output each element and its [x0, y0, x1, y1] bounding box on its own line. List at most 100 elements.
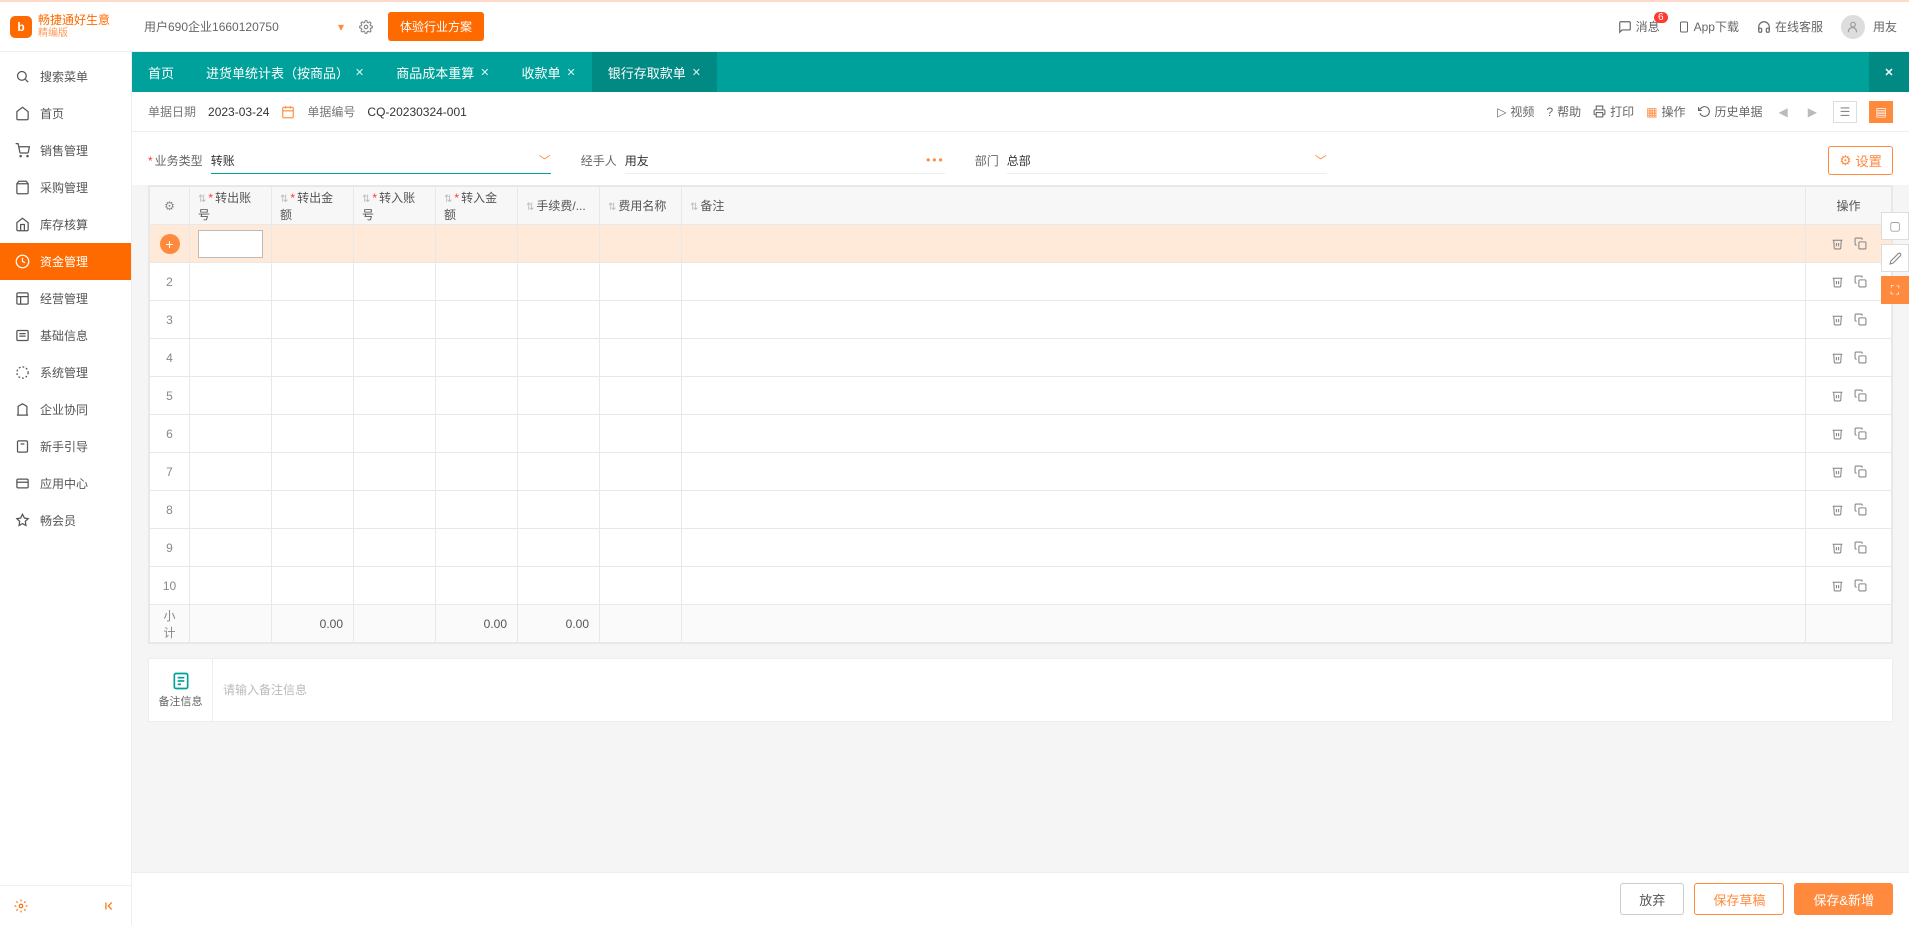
close-icon[interactable]: ✕ [355, 66, 364, 79]
delete-row-button[interactable] [1831, 237, 1844, 250]
col-in-amt[interactable]: ⇅*转入金额 [436, 187, 518, 225]
gear-column-header[interactable]: ⚙ [150, 187, 190, 225]
settings-icon[interactable] [14, 899, 28, 913]
delete-row-button[interactable] [1831, 541, 1844, 554]
row-index: 10 [150, 567, 190, 605]
line-table: ⚙ ⇅*转出账号 ⇅*转出金额 ⇅*转入账号 ⇅*转入金额 ⇅手续费/... ⇅… [148, 185, 1893, 644]
float-tool-edit[interactable] [1881, 244, 1909, 272]
close-icon[interactable]: ✕ [480, 66, 489, 79]
dept-select[interactable]: 总部 ﹀ [1007, 148, 1327, 174]
tab[interactable]: 首页 [132, 52, 190, 92]
save-new-button[interactable]: 保存&新增 [1794, 883, 1893, 915]
next-doc-button[interactable]: ▶ [1804, 105, 1821, 119]
close-all-tabs-button[interactable] [1869, 52, 1909, 92]
save-draft-button[interactable]: 保存草稿 [1694, 883, 1784, 915]
tab[interactable]: 商品成本重算✕ [380, 52, 505, 92]
sidebar-item[interactable]: 基础信息 [0, 317, 131, 354]
message-icon [1618, 20, 1632, 34]
remark-input[interactable] [223, 683, 1882, 697]
settings-button[interactable]: ⚙ 设置 [1828, 146, 1893, 175]
video-button[interactable]: ▷ 视频 [1497, 103, 1534, 120]
sidebar-item[interactable]: 采购管理 [0, 169, 131, 206]
headset-icon [1757, 20, 1771, 34]
copy-row-button[interactable] [1854, 579, 1867, 592]
copy-row-button[interactable] [1854, 237, 1867, 250]
tab[interactable]: 银行存取款单✕ [592, 52, 717, 92]
delete-row-button[interactable] [1831, 313, 1844, 326]
copy-row-button[interactable] [1854, 351, 1867, 364]
sidebar-item-label: 经营管理 [40, 290, 88, 307]
delete-row-button[interactable] [1831, 465, 1844, 478]
copy-row-button[interactable] [1854, 313, 1867, 326]
online-service-button[interactable]: 在线客服 [1757, 18, 1823, 35]
sort-icon: ⇅ [608, 202, 616, 213]
operate-button[interactable]: ▦ 操作 [1646, 103, 1685, 120]
float-tool-expand[interactable]: ⛶ [1881, 276, 1909, 304]
col-out-acct[interactable]: ⇅*转出账号 [190, 187, 272, 225]
print-button[interactable]: 打印 [1593, 103, 1634, 120]
view-card-button[interactable]: ▤ [1869, 101, 1893, 123]
sidebar-item-label: 库存核算 [40, 216, 88, 233]
delete-row-button[interactable] [1831, 427, 1844, 440]
date-value[interactable]: 2023-03-24 [208, 105, 269, 119]
float-tool-1[interactable]: ▢ [1881, 212, 1909, 240]
biztype-value: 转账 [211, 152, 235, 169]
sidebar-item[interactable]: 搜索菜单 [0, 58, 131, 95]
copy-row-button[interactable] [1854, 465, 1867, 478]
delete-row-button[interactable] [1831, 579, 1844, 592]
sidebar-item[interactable]: 经营管理 [0, 280, 131, 317]
calendar-icon[interactable] [281, 105, 295, 119]
col-out-amt[interactable]: ⇅*转出金额 [272, 187, 354, 225]
sidebar-item[interactable]: 新手引导 [0, 428, 131, 465]
sidebar-icon [14, 328, 30, 344]
help-button[interactable]: ? 帮助 [1546, 103, 1581, 120]
sidebar-item[interactable]: 畅会员 [0, 502, 131, 539]
row-index: 3 [150, 301, 190, 339]
copy-row-button[interactable] [1854, 541, 1867, 554]
handler-select[interactable]: 用友 ••• [625, 148, 945, 174]
delete-row-button[interactable] [1831, 275, 1844, 288]
sidebar-item-label: 销售管理 [40, 142, 88, 159]
tab[interactable]: 进货单统计表（按商品）✕ [190, 52, 380, 92]
close-icon[interactable]: ✕ [567, 66, 576, 79]
prev-doc-button[interactable]: ◀ [1775, 105, 1792, 119]
col-fee-name[interactable]: ⇅费用名称 [600, 187, 682, 225]
sidebar-item[interactable]: 系统管理 [0, 354, 131, 391]
copy-row-button[interactable] [1854, 503, 1867, 516]
table-row: 2 [150, 263, 1892, 301]
sidebar-item[interactable]: 应用中心 [0, 465, 131, 502]
sidebar-item[interactable]: 企业协同 [0, 391, 131, 428]
view-list-button[interactable]: ☰ [1833, 101, 1857, 123]
copy-row-button[interactable] [1854, 427, 1867, 440]
copy-row-button[interactable] [1854, 389, 1867, 402]
sidebar-item[interactable]: 首页 [0, 95, 131, 132]
delete-row-button[interactable] [1831, 351, 1844, 364]
col-fee[interactable]: ⇅手续费/... [518, 187, 600, 225]
sidebar-item[interactable]: 资金管理 [0, 243, 131, 280]
sidebar-item[interactable]: 库存核算 [0, 206, 131, 243]
app-download-button[interactable]: App下载 [1678, 18, 1739, 35]
messages-button[interactable]: 消息 6 [1618, 18, 1660, 35]
gear-icon[interactable] [352, 13, 380, 41]
tenant-select[interactable]: 用户690企业1660120750 ▾ [144, 13, 344, 41]
table-row: + [150, 225, 1892, 263]
sidebar-item-label: 基础信息 [40, 327, 88, 344]
add-row-button[interactable]: + [160, 234, 180, 254]
delete-row-button[interactable] [1831, 503, 1844, 516]
history-button[interactable]: 历史单据 [1698, 103, 1763, 120]
discard-button[interactable]: 放弃 [1620, 883, 1684, 915]
user-menu[interactable]: 用友 [1841, 15, 1897, 39]
sidebar-icon [14, 402, 30, 418]
collapse-icon[interactable] [103, 899, 117, 913]
biztype-select[interactable]: 转账 ﹀ [211, 148, 551, 174]
close-icon[interactable]: ✕ [692, 66, 701, 79]
more-icon: ••• [926, 153, 945, 167]
experience-button[interactable]: 体验行业方案 [388, 12, 484, 41]
sidebar-item[interactable]: 销售管理 [0, 132, 131, 169]
col-remark[interactable]: ⇅备注 [682, 187, 1806, 225]
out-acct-input[interactable] [198, 230, 263, 258]
tab[interactable]: 收款单✕ [505, 52, 591, 92]
copy-row-button[interactable] [1854, 275, 1867, 288]
col-in-acct[interactable]: ⇅*转入账号 [354, 187, 436, 225]
delete-row-button[interactable] [1831, 389, 1844, 402]
